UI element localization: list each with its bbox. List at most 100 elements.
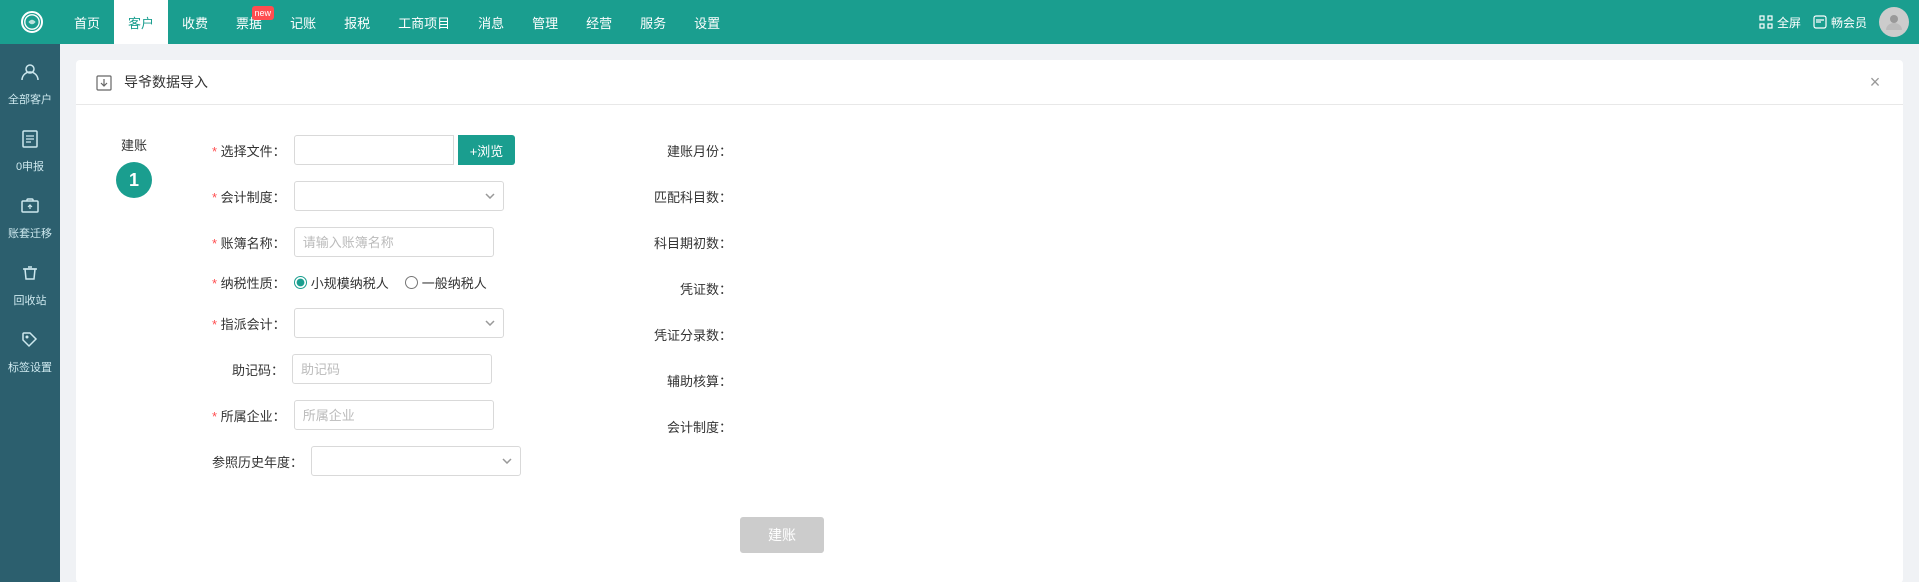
company-input[interactable]	[294, 400, 494, 430]
create-btn-area: 建账	[652, 477, 912, 553]
main-layout: 全部客户 0申报 账套迁移 回收站 标签设置	[0, 44, 1919, 582]
tax-radio-general[interactable]: 一般纳税人	[405, 273, 487, 292]
sidebar-item-all-customers[interactable]: 全部客户	[0, 54, 60, 115]
tax-label: 纳税性质：	[212, 273, 286, 292]
init-value	[740, 227, 860, 257]
right-accounting-label: 会计制度：	[652, 417, 732, 436]
sidebar-item-zero-report[interactable]: 0申报	[0, 121, 60, 182]
accounting-row: 会计制度：	[212, 181, 592, 211]
accountant-label: 指派会计：	[212, 314, 286, 333]
tax-row: 纳税性质： 小规模纳税人 一般纳税人	[212, 273, 592, 292]
ledger-row: 账簿名称：	[212, 227, 592, 257]
voucher-value	[740, 273, 860, 303]
form-right-section: 建账月份： 匹配科目数： 科目期初数： 凭证数：	[652, 135, 912, 553]
match-value	[740, 181, 860, 211]
history-row: 参照历史年度：	[212, 446, 592, 476]
fullscreen-btn[interactable]: 全屏	[1759, 14, 1801, 31]
fullscreen-icon	[1759, 15, 1773, 29]
accountant-row: 指派会计：	[212, 308, 592, 338]
history-label: 参照历史年度：	[212, 452, 303, 471]
panel-title: 导爷数据导入	[124, 72, 208, 92]
nav-item-bookkeeping[interactable]: 记账	[276, 0, 330, 44]
voucher-entry-value	[740, 319, 860, 349]
month-row: 建账月份：	[652, 135, 912, 165]
tax-radio-small[interactable]: 小规模纳税人	[294, 273, 389, 292]
tax-radio-small-input[interactable]	[294, 276, 307, 289]
nav-items: 首页 客户 收费 票据 new 记账 报税 工商项目 消息 管理 经营 服务 设…	[60, 0, 1759, 44]
aux-value	[740, 365, 860, 395]
form-container: 建账 1 选择文件： +浏览 会计制度：	[76, 105, 1903, 582]
nav-item-message[interactable]: 消息	[464, 0, 518, 44]
tax-radio-group: 小规模纳税人 一般纳税人	[294, 273, 487, 292]
company-row: 所属企业：	[212, 400, 592, 430]
all-customers-icon	[20, 62, 40, 87]
app-logo	[10, 0, 54, 44]
voucher-label: 凭证数：	[652, 279, 732, 298]
accounting-select[interactable]	[294, 181, 504, 211]
memo-label: 助记码：	[212, 360, 284, 379]
sidebar: 全部客户 0申报 账套迁移 回收站 标签设置	[0, 44, 60, 582]
aux-row: 辅助核算：	[652, 365, 912, 395]
accountant-select[interactable]	[294, 308, 504, 338]
member-btn[interactable]: 畅会员	[1813, 14, 1867, 31]
voucher-row: 凭证数：	[652, 273, 912, 303]
tag-settings-icon	[20, 330, 40, 355]
right-accounting-row: 会计制度：	[652, 411, 912, 441]
init-row: 科目期初数：	[652, 227, 912, 257]
step-label: 建账	[121, 135, 147, 154]
init-label: 科目期初数：	[652, 233, 732, 252]
history-select[interactable]	[311, 446, 521, 476]
aux-label: 辅助核算：	[652, 371, 732, 390]
tax-radio-general-input[interactable]	[405, 276, 418, 289]
user-avatar[interactable]	[1879, 7, 1909, 37]
nav-item-business[interactable]: 工商项目	[384, 0, 464, 44]
top-nav: 首页 客户 收费 票据 new 记账 报税 工商项目 消息 管理 经营 服务 设…	[0, 0, 1919, 44]
nav-item-home[interactable]: 首页	[60, 0, 114, 44]
nav-item-manage[interactable]: 管理	[518, 0, 572, 44]
right-accounting-value	[740, 411, 860, 441]
nav-item-service[interactable]: 服务	[626, 0, 680, 44]
ledger-label: 账簿名称：	[212, 233, 286, 252]
sidebar-item-recycle[interactable]: 回收站	[0, 255, 60, 316]
month-label: 建账月份：	[652, 141, 732, 160]
form-left: 选择文件： +浏览 会计制度： 账簿名称：	[212, 135, 592, 553]
panel-close-button[interactable]: ×	[1863, 70, 1887, 94]
create-account-button[interactable]: 建账	[740, 517, 824, 553]
migrate-icon	[20, 196, 40, 221]
main-panel: 导爷数据导入 × 建账 1 选择文件： +浏览	[76, 60, 1903, 582]
sidebar-item-tag-settings[interactable]: 标签设置	[0, 322, 60, 383]
month-value	[740, 135, 860, 165]
nav-item-ticket[interactable]: 票据 new	[222, 0, 276, 44]
company-label: 所属企业：	[212, 406, 286, 425]
panel-header: 导爷数据导入	[76, 60, 1903, 105]
match-label: 匹配科目数：	[652, 187, 732, 206]
nav-item-customer[interactable]: 客户	[114, 0, 168, 44]
voucher-entry-label: 凭证分录数：	[652, 325, 732, 344]
nav-item-fee[interactable]: 收费	[168, 0, 222, 44]
import-icon	[96, 73, 116, 90]
nav-item-operation[interactable]: 经营	[572, 0, 626, 44]
file-text-input[interactable]	[294, 135, 454, 165]
new-badge: new	[252, 6, 275, 20]
nav-right: 全屏 畅会员	[1759, 7, 1909, 37]
ledger-input[interactable]	[294, 227, 494, 257]
step-number: 1	[116, 162, 152, 198]
form-right: 建账月份： 匹配科目数： 科目期初数： 凭证数：	[652, 135, 912, 441]
member-icon	[1813, 15, 1827, 29]
file-label: 选择文件：	[212, 141, 286, 160]
logo-icon	[21, 11, 43, 33]
file-row: 选择文件： +浏览	[212, 135, 592, 165]
nav-item-tax[interactable]: 报税	[330, 0, 384, 44]
recycle-icon	[20, 263, 40, 288]
content-area: 导爷数据导入 × 建账 1 选择文件： +浏览	[60, 44, 1919, 582]
memo-input[interactable]	[292, 354, 492, 384]
match-row: 匹配科目数：	[652, 181, 912, 211]
sidebar-item-migrate[interactable]: 账套迁移	[0, 188, 60, 249]
tax-option1-label: 小规模纳税人	[311, 273, 389, 292]
nav-item-settings[interactable]: 设置	[680, 0, 734, 44]
step-indicator: 建账 1	[116, 135, 152, 553]
zero-report-icon	[20, 129, 40, 154]
browse-button[interactable]: +浏览	[458, 135, 516, 165]
file-input-group: +浏览	[294, 135, 516, 165]
accounting-label: 会计制度：	[212, 187, 286, 206]
